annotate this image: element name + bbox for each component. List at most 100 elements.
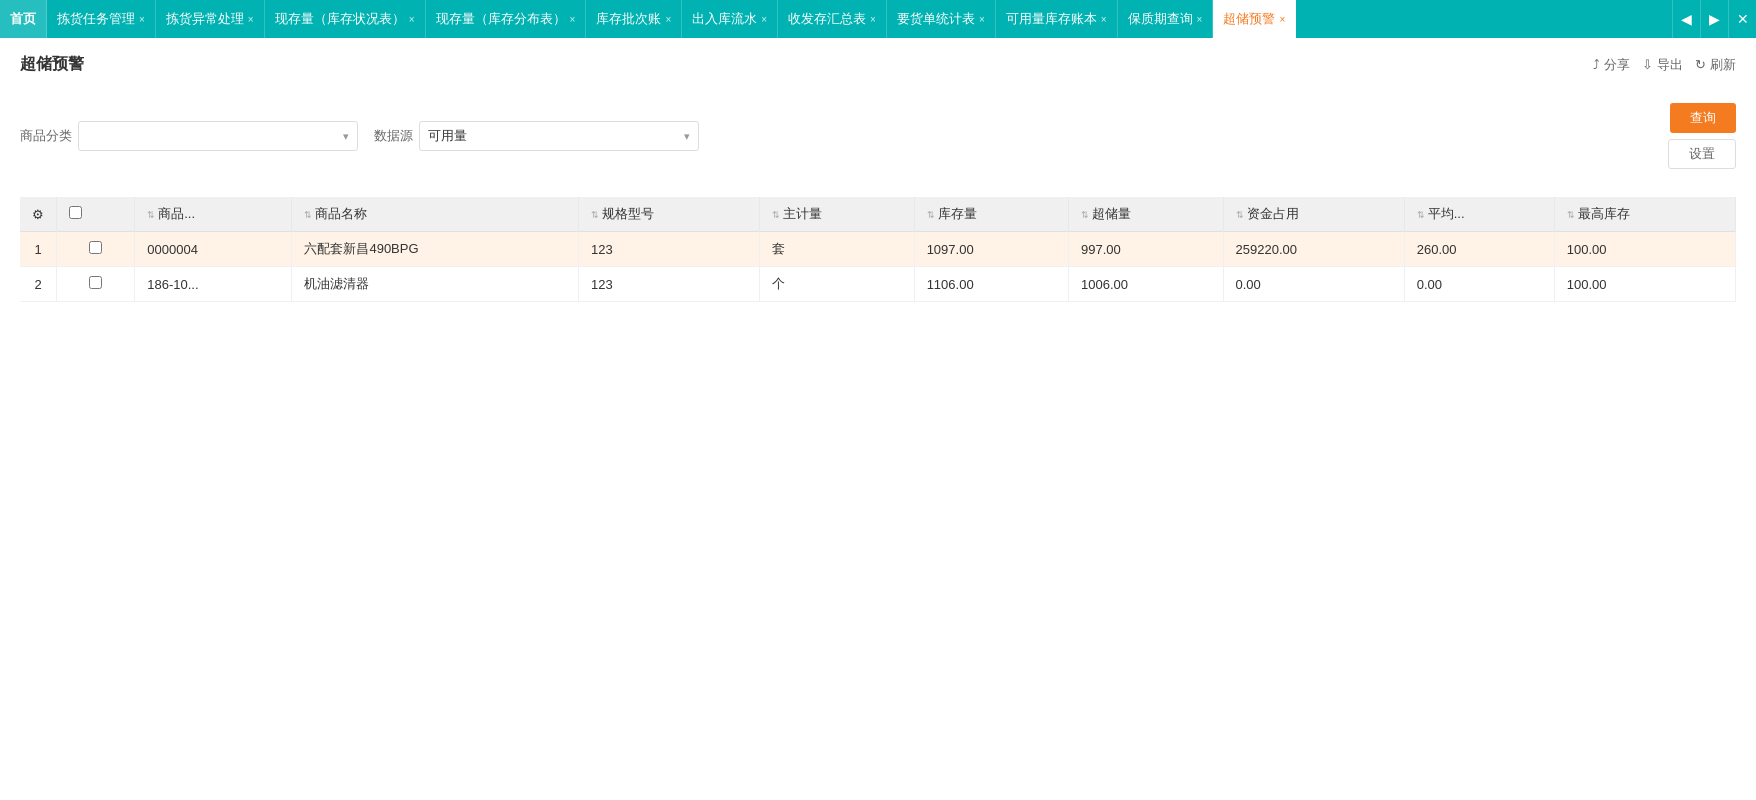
product-name-1: 机油滤清器 (292, 267, 579, 302)
filter-buttons: 查询 设置 (1668, 103, 1736, 169)
avg-1: 0.00 (1404, 267, 1554, 302)
settings-button[interactable]: 设置 (1668, 139, 1736, 169)
datasource-value: 可用量 (428, 127, 467, 145)
stock-header: ⇅库存量 (914, 197, 1068, 232)
refresh-button[interactable]: ↻ 刷新 (1695, 56, 1736, 74)
tab-label-0: 拣货任务管理 (57, 10, 135, 28)
main-content: 超储预警 ⤴ 分享 ⇩ 导出 ↻ 刷新 商品分类 ▾ 数据源 (0, 38, 1756, 800)
nav-tab-0[interactable]: 拣货任务管理 × (47, 0, 156, 38)
max-stock-header: ⇅最高库存 (1554, 197, 1735, 232)
datasource-select[interactable]: 可用量 ▾ (419, 121, 699, 151)
tab-label-5: 出入库流水 (692, 10, 757, 28)
avg-header: ⇅平均... (1404, 197, 1554, 232)
datasource-filter: 数据源 可用量 ▾ (374, 121, 699, 151)
chevron-down-icon: ▾ (343, 130, 349, 143)
tab-close-4[interactable]: × (665, 14, 671, 25)
page-header: 超储预警 ⤴ 分享 ⇩ 导出 ↻ 刷新 (20, 54, 1736, 75)
tab-close-3[interactable]: × (570, 14, 576, 25)
spec-1: 123 (578, 267, 759, 302)
tab-label-1: 拣货异常处理 (166, 10, 244, 28)
nav-tab-4[interactable]: 库存批次账 × (586, 0, 682, 38)
tab-label-2: 现存量（库存状况表） (275, 10, 405, 28)
tab-label-9: 保质期查询 (1128, 10, 1193, 28)
unit-0: 套 (760, 232, 914, 267)
tab-close-9[interactable]: × (1197, 14, 1203, 25)
tab-close-8[interactable]: × (1101, 14, 1107, 25)
tab-label-3: 现存量（库存分布表） (436, 10, 566, 28)
product-code-header: ⇅商品... (135, 197, 292, 232)
table-row: 1 0000004 六配套新昌490BPG 123 套 1097.00 997.… (20, 232, 1736, 267)
nav-tab-5[interactable]: 出入库流水 × (682, 0, 778, 38)
tab-close-5[interactable]: × (761, 14, 767, 25)
nav-tab-7[interactable]: 要货单统计表 × (887, 0, 996, 38)
unit-header: ⇅主计量 (760, 197, 914, 232)
category-label: 商品分类 (20, 127, 72, 145)
capital-1: 0.00 (1223, 267, 1404, 302)
table-body: 1 0000004 六配套新昌490BPG 123 套 1097.00 997.… (20, 232, 1736, 302)
product-code-1: 186-10... (135, 267, 292, 302)
tab-label-8: 可用量库存账本 (1006, 10, 1097, 28)
top-navigation: 首页 拣货任务管理×拣货异常处理×现存量（库存状况表）×现存量（库存分布表）×库… (0, 0, 1756, 38)
tab-label-6: 收发存汇总表 (788, 10, 866, 28)
settings-icon[interactable]: ⚙ (32, 207, 44, 222)
capital-header: ⇅资金占用 (1223, 197, 1404, 232)
nav-tab-3[interactable]: 现存量（库存分布表） × (426, 0, 587, 38)
capital-0: 259220.00 (1223, 232, 1404, 267)
nav-tab-10[interactable]: 超储预警 × (1213, 0, 1296, 38)
datasource-label: 数据源 (374, 127, 413, 145)
nav-prev-button[interactable]: ◀ (1672, 0, 1700, 38)
table-header: ⚙ ⇅商品... ⇅商品名称 ⇅规格型号 ⇅主计量 ⇅库存量 ⇅超储量 ⇅资金占… (20, 197, 1736, 232)
spec-header: ⇅规格型号 (578, 197, 759, 232)
nav-tab-6[interactable]: 收发存汇总表 × (778, 0, 887, 38)
avg-0: 260.00 (1404, 232, 1554, 267)
product-name-header: ⇅商品名称 (292, 197, 579, 232)
nav-arrows: ◀ ▶ ✕ (1672, 0, 1756, 38)
nav-tab-8[interactable]: 可用量库存账本 × (996, 0, 1118, 38)
select-all-checkbox[interactable] (69, 206, 82, 219)
category-filter: 商品分类 ▾ (20, 121, 358, 151)
product-name-0: 六配套新昌490BPG (292, 232, 579, 267)
settings-col-header: ⚙ (20, 197, 57, 232)
spec-0: 123 (578, 232, 759, 267)
nav-tab-9[interactable]: 保质期查询 × (1118, 0, 1214, 38)
tab-close-2[interactable]: × (409, 14, 415, 25)
row-checkbox-0[interactable] (57, 232, 135, 267)
filter-row: 商品分类 ▾ 数据源 可用量 ▾ 查询 设置 (20, 91, 1736, 181)
tab-close-1[interactable]: × (248, 14, 254, 25)
page-title: 超储预警 (20, 54, 84, 75)
checkbox-col-header (57, 197, 135, 232)
row-num-0: 1 (20, 232, 57, 267)
tab-label-10: 超储预警 (1223, 10, 1275, 28)
tab-label-4: 库存批次账 (596, 10, 661, 28)
share-icon: ⤴ (1593, 57, 1600, 72)
row-checkbox-1[interactable] (57, 267, 135, 302)
stock-1: 1106.00 (914, 267, 1068, 302)
data-table: ⚙ ⇅商品... ⇅商品名称 ⇅规格型号 ⇅主计量 ⇅库存量 ⇅超储量 ⇅资金占… (20, 197, 1736, 302)
over-stock-0: 997.00 (1069, 232, 1223, 267)
tab-close-6[interactable]: × (870, 14, 876, 25)
export-button[interactable]: ⇩ 导出 (1642, 56, 1683, 74)
max-stock-0: 100.00 (1554, 232, 1735, 267)
nav-tab-2[interactable]: 现存量（库存状况表） × (265, 0, 426, 38)
unit-1: 个 (760, 267, 914, 302)
nav-close-button[interactable]: ✕ (1728, 0, 1756, 38)
nav-home[interactable]: 首页 (0, 0, 47, 38)
row-num-1: 2 (20, 267, 57, 302)
tab-close-10[interactable]: × (1279, 14, 1285, 25)
export-icon: ⇩ (1642, 57, 1653, 72)
header-actions: ⤴ 分享 ⇩ 导出 ↻ 刷新 (1593, 56, 1736, 74)
query-button[interactable]: 查询 (1670, 103, 1736, 133)
nav-tab-1[interactable]: 拣货异常处理 × (156, 0, 265, 38)
share-button[interactable]: ⤴ 分享 (1593, 56, 1630, 74)
chevron-down-icon: ▾ (684, 130, 690, 143)
over-stock-header: ⇅超储量 (1069, 197, 1223, 232)
tab-label-7: 要货单统计表 (897, 10, 975, 28)
refresh-icon: ↻ (1695, 57, 1706, 72)
nav-next-button[interactable]: ▶ (1700, 0, 1728, 38)
tab-close-0[interactable]: × (139, 14, 145, 25)
category-select[interactable]: ▾ (78, 121, 358, 151)
product-code-0: 0000004 (135, 232, 292, 267)
max-stock-1: 100.00 (1554, 267, 1735, 302)
table-row: 2 186-10... 机油滤清器 123 个 1106.00 1006.00 … (20, 267, 1736, 302)
tab-close-7[interactable]: × (979, 14, 985, 25)
